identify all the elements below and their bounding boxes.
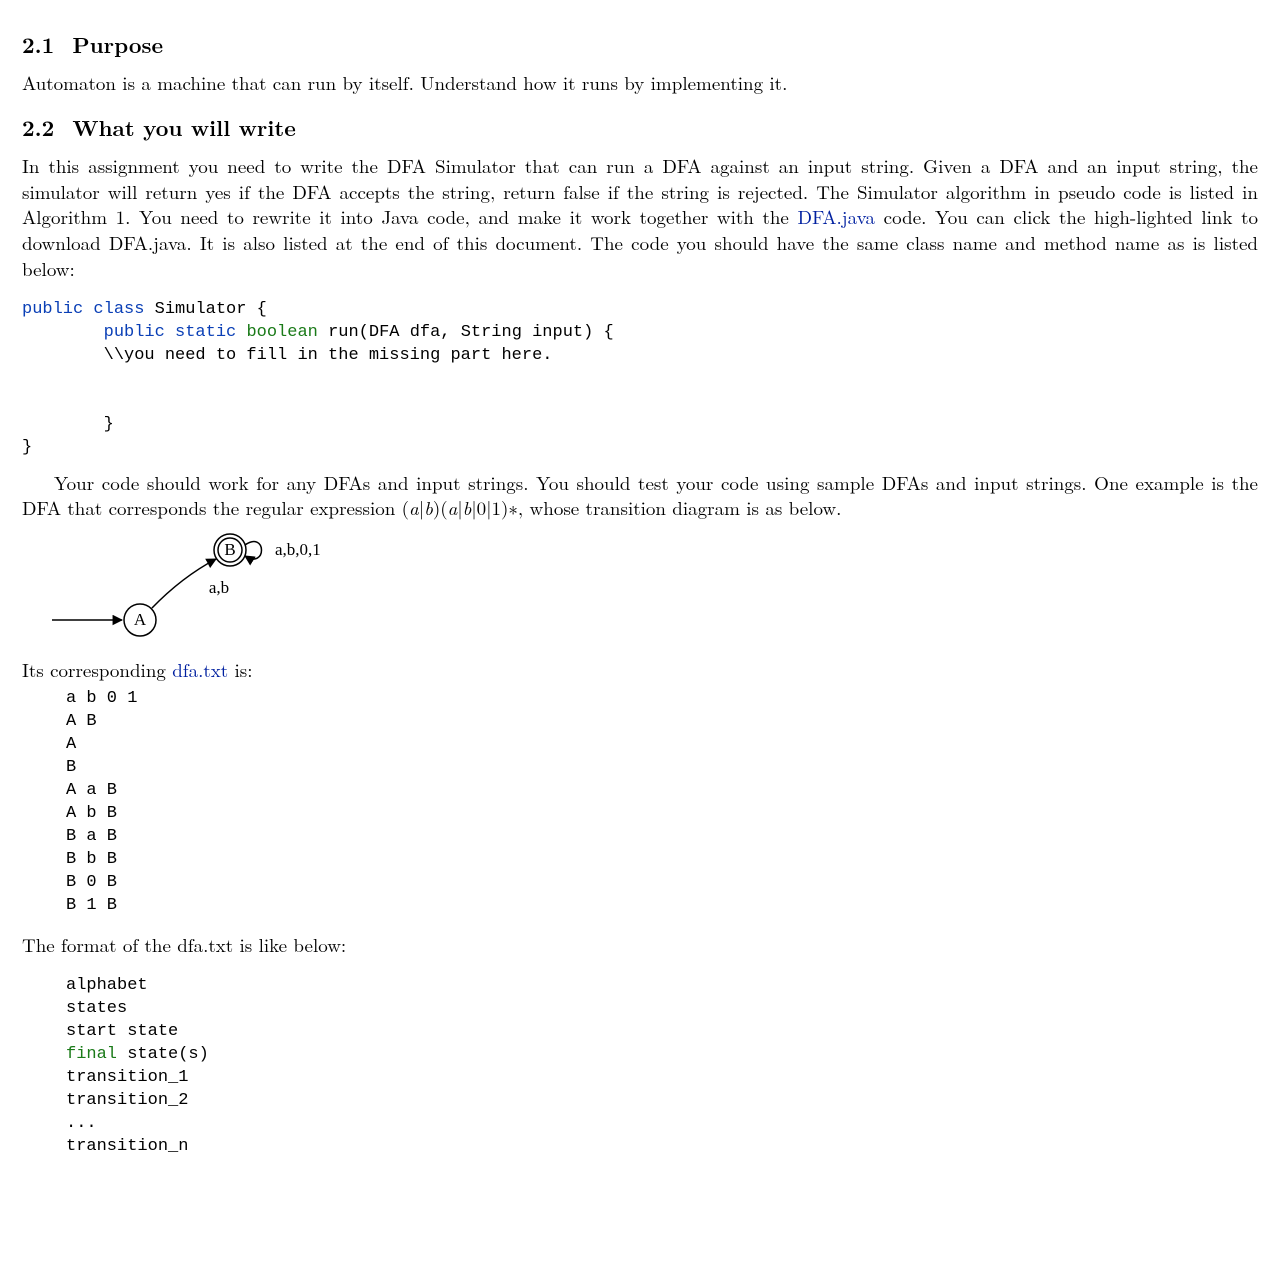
section-2-2-heading: 2.2 What you will write	[22, 113, 1258, 143]
purpose-paragraph: Automaton is a machine that can run by i…	[22, 70, 1258, 96]
section-2-1-number: 2.1	[22, 29, 54, 60]
kw-public-2: public	[22, 323, 165, 342]
dfa-java-link[interactable]: DFA.java	[797, 203, 875, 230]
dfa-txt-link[interactable]: dfa.txt	[172, 656, 228, 683]
section-2-1-heading: 2.1 Purpose	[22, 30, 1258, 60]
format-l2: states	[66, 999, 127, 1018]
dfa-txt-intro-b: is:	[228, 656, 252, 683]
edge-ab-label: a,b	[209, 578, 229, 597]
section-2-2-title: What you will write	[72, 112, 295, 143]
state-a-label: A	[134, 610, 147, 629]
format-l3: start state	[66, 1022, 178, 1041]
format-intro: The format of the dfa.txt is like below:	[22, 932, 1258, 958]
after-code-paragraph: Your code should work for any DFAs and i…	[22, 470, 1258, 521]
dfa-txt-intro: Its corresponding dfa.txt is:	[22, 657, 1258, 683]
format-l5: transition_1	[66, 1068, 188, 1087]
code-line-6: }	[22, 415, 114, 434]
kw-public: public	[22, 300, 83, 319]
simulator-code-block: public class Simulator { public static b…	[22, 299, 1258, 460]
dfa-txt-intro-a: Its corresponding	[22, 656, 172, 683]
dfa-diagram: A B a,b a,b,0,1	[22, 525, 1258, 651]
code-line-1c: Simulator {	[144, 300, 266, 319]
format-l8: transition_n	[66, 1137, 188, 1156]
kw-boolean: boolean	[236, 323, 318, 342]
kw-static: static	[165, 323, 236, 342]
format-final-kw: final	[66, 1045, 117, 1064]
dfa-txt-contents: a b 0 1 A B A B A a B A b B B a B B b B …	[66, 688, 1258, 917]
dfa-format-block: alphabet states start state final state(…	[66, 975, 1258, 1159]
code-line-3: \\you need to fill in the missing part h…	[22, 346, 553, 365]
kw-class: class	[83, 300, 144, 319]
section-2-1-title: Purpose	[72, 29, 163, 60]
format-l1: alphabet	[66, 976, 148, 995]
format-l7: ...	[66, 1114, 97, 1133]
after-code-b: , whose transition diagram is as below.	[518, 494, 842, 521]
format-l6: transition_2	[66, 1091, 188, 1110]
section-2-2-number: 2.2	[22, 112, 54, 143]
loop-b-label: a,b,0,1	[275, 540, 321, 559]
code-line-7: }	[22, 438, 32, 457]
format-l4b: state(s)	[117, 1045, 209, 1064]
code-line-2d: run(DFA dfa, String input) {	[318, 323, 614, 342]
regex-expression: (a|b)(a|b|0|1)∗	[402, 494, 518, 521]
assignment-paragraph: In this assignment you need to write the…	[22, 153, 1258, 281]
state-b-label: B	[224, 540, 235, 559]
